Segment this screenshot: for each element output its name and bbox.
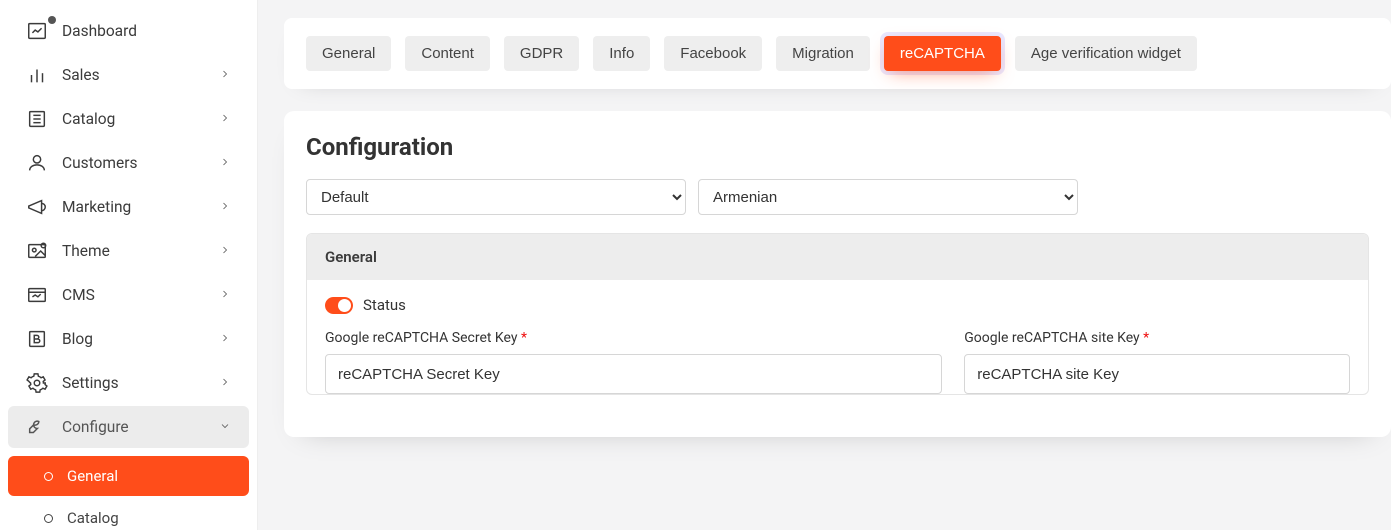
sidebar-item-label: CMS xyxy=(62,286,95,304)
scope-select[interactable]: Default xyxy=(306,179,686,215)
sidebar-subitem-label: General xyxy=(67,467,118,485)
marketing-icon xyxy=(26,196,48,218)
tab-content[interactable]: Content xyxy=(405,36,490,71)
field-secret-key: Google reCAPTCHA Secret Key * xyxy=(325,330,942,394)
status-label: Status xyxy=(363,296,406,314)
config-selects: Default Armenian xyxy=(306,179,1369,215)
sidebar-item-settings[interactable]: Settings xyxy=(8,362,249,404)
tab-gdpr[interactable]: GDPR xyxy=(504,36,579,71)
chevron-right-icon xyxy=(219,374,231,392)
sidebar-subnav-configure: General Catalog xyxy=(0,450,257,530)
sidebar-subitem-general[interactable]: General xyxy=(8,456,249,496)
status-toggle[interactable] xyxy=(325,297,353,314)
sidebar-item-label: Sales xyxy=(62,66,100,84)
sidebar-item-label: Marketing xyxy=(62,198,131,216)
cms-icon xyxy=(26,284,48,306)
field-site-key: Google reCAPTCHA site Key * xyxy=(964,330,1350,394)
theme-icon xyxy=(26,240,48,262)
section-title: General xyxy=(307,234,1368,280)
required-asterisk: * xyxy=(521,330,527,346)
field-label: Google reCAPTCHA Secret Key * xyxy=(325,330,942,346)
tab-age-verification[interactable]: Age verification widget xyxy=(1015,36,1197,71)
chevron-right-icon xyxy=(219,198,231,216)
chevron-right-icon xyxy=(219,66,231,84)
chevron-right-icon xyxy=(219,154,231,172)
main-content: General Content GDPR Info Facebook Migra… xyxy=(258,0,1391,530)
page-title: Configuration xyxy=(306,133,1369,161)
sidebar-item-marketing[interactable]: Marketing xyxy=(8,186,249,228)
sidebar-item-dashboard[interactable]: Dashboard xyxy=(8,10,249,52)
sidebar-item-configure[interactable]: Configure xyxy=(8,406,249,448)
required-asterisk: * xyxy=(1143,330,1149,346)
chevron-right-icon xyxy=(219,286,231,304)
sidebar-item-catalog[interactable]: Catalog xyxy=(8,98,249,140)
sidebar-item-customers[interactable]: Customers xyxy=(8,142,249,184)
chevron-right-icon xyxy=(219,330,231,348)
sidebar-item-sales[interactable]: Sales xyxy=(8,54,249,96)
sidebar-subitem-label: Catalog xyxy=(67,509,119,527)
configure-icon xyxy=(26,416,48,438)
tab-facebook[interactable]: Facebook xyxy=(664,36,762,71)
sidebar-subitem-catalog[interactable]: Catalog xyxy=(8,498,249,530)
secret-key-input[interactable] xyxy=(325,354,942,394)
tabs-card: General Content GDPR Info Facebook Migra… xyxy=(284,18,1391,89)
chevron-right-icon xyxy=(219,242,231,260)
sidebar-item-theme[interactable]: Theme xyxy=(8,230,249,272)
dashboard-icon xyxy=(26,20,48,42)
sidebar: Dashboard Sales Catalog Customers xyxy=(0,0,258,530)
customers-icon xyxy=(26,152,48,174)
sidebar-item-label: Theme xyxy=(62,242,110,260)
section-body: Status Google reCAPTCHA Secret Key * Goo… xyxy=(307,280,1368,394)
status-row: Status xyxy=(325,296,1350,314)
tab-recaptcha[interactable]: reCAPTCHA xyxy=(884,36,1001,71)
tab-migration[interactable]: Migration xyxy=(776,36,870,71)
sidebar-item-cms[interactable]: CMS xyxy=(8,274,249,316)
tab-general[interactable]: General xyxy=(306,36,391,71)
notification-dot xyxy=(48,16,56,24)
chevron-down-icon xyxy=(219,418,231,436)
sidebar-item-blog[interactable]: Blog xyxy=(8,318,249,360)
language-select[interactable]: Armenian xyxy=(698,179,1078,215)
tab-info[interactable]: Info xyxy=(593,36,650,71)
sidebar-item-label: Dashboard xyxy=(62,22,137,40)
configuration-card: Configuration Default Armenian General S… xyxy=(284,111,1391,437)
bullet-icon xyxy=(44,472,53,481)
site-key-input[interactable] xyxy=(964,354,1350,394)
sidebar-item-label: Configure xyxy=(62,418,129,436)
sidebar-item-label: Settings xyxy=(62,374,119,392)
sidebar-item-label: Blog xyxy=(62,330,93,348)
sidebar-item-label: Catalog xyxy=(62,110,115,128)
field-label: Google reCAPTCHA site Key * xyxy=(964,330,1350,346)
bullet-icon xyxy=(44,514,53,523)
blog-icon xyxy=(26,328,48,350)
settings-icon xyxy=(26,372,48,394)
sales-icon xyxy=(26,64,48,86)
sidebar-item-label: Customers xyxy=(62,154,137,172)
field-label-text: Google reCAPTCHA Secret Key xyxy=(325,330,518,346)
section-general: General Status Google reCAPTCHA Secret K… xyxy=(306,233,1369,395)
fields-row: Google reCAPTCHA Secret Key * Google reC… xyxy=(325,330,1350,394)
chevron-right-icon xyxy=(219,110,231,128)
catalog-icon xyxy=(26,108,48,130)
field-label-text: Google reCAPTCHA site Key xyxy=(964,330,1139,346)
